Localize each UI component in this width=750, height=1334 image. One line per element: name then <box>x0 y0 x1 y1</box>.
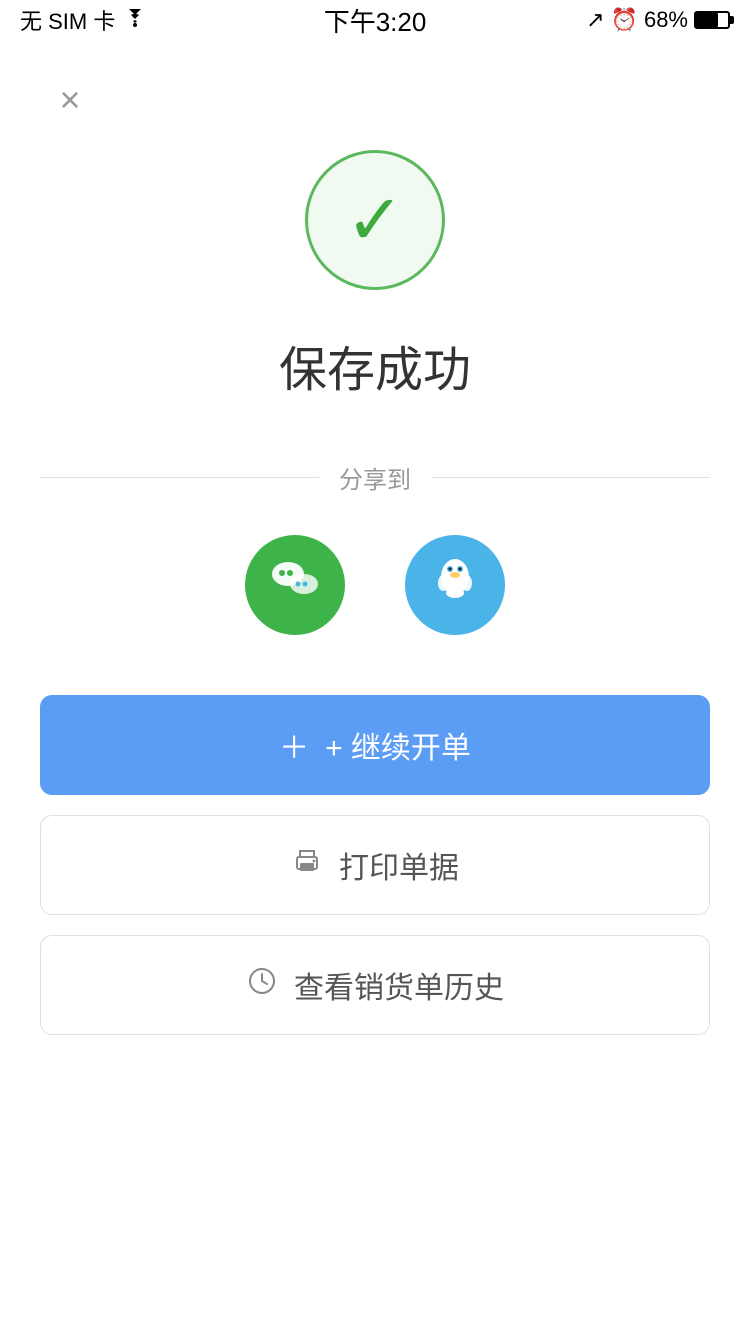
wifi-icon <box>123 7 147 33</box>
continue-button[interactable]: ＋ + 继续开单 <box>40 695 710 795</box>
continue-label: + 继续开单 <box>325 723 471 767</box>
print-label: 打印单据 <box>339 843 459 887</box>
main-content: ✓ 保存成功 分享到 <box>0 130 750 1334</box>
status-right: ↗ ⏰ 68% <box>586 7 730 33</box>
share-divider: 分享到 <box>40 460 710 495</box>
wechat-share-button[interactable] <box>245 535 345 635</box>
status-left: 无 SIM 卡 <box>20 4 147 36</box>
share-icons <box>40 535 710 635</box>
qq-share-button[interactable] <box>405 535 505 635</box>
check-icon: ✓ <box>346 185 405 255</box>
alarm-icon: ⏰ <box>611 7 638 33</box>
plus-icon: ＋ <box>279 723 309 767</box>
print-button[interactable]: 打印单据 <box>40 815 710 915</box>
battery-percent: 68% <box>644 7 688 33</box>
history-button[interactable]: 查看销货单历史 <box>40 935 710 1035</box>
success-circle: ✓ <box>305 150 445 290</box>
wechat-icon <box>268 556 322 614</box>
share-label: 分享到 <box>339 460 411 495</box>
share-section: 分享到 <box>40 460 710 635</box>
print-icon <box>291 845 323 885</box>
status-time: 下午3:20 <box>324 2 427 39</box>
battery-icon <box>694 11 730 29</box>
close-button[interactable]: × <box>40 70 100 130</box>
history-label: 查看销货单历史 <box>294 963 504 1007</box>
success-title: 保存成功 <box>279 330 471 400</box>
carrier-text: 无 SIM 卡 <box>20 4 115 36</box>
qq-icon <box>428 551 482 619</box>
close-icon: × <box>59 79 80 121</box>
history-icon <box>246 965 278 1005</box>
status-bar: 无 SIM 卡 下午3:20 ↗ ⏰ 68% <box>0 0 750 40</box>
action-buttons: ＋ + 继续开单 打印单据 查看销货单历史 <box>40 695 710 1035</box>
location-icon: ↗ <box>586 7 604 33</box>
